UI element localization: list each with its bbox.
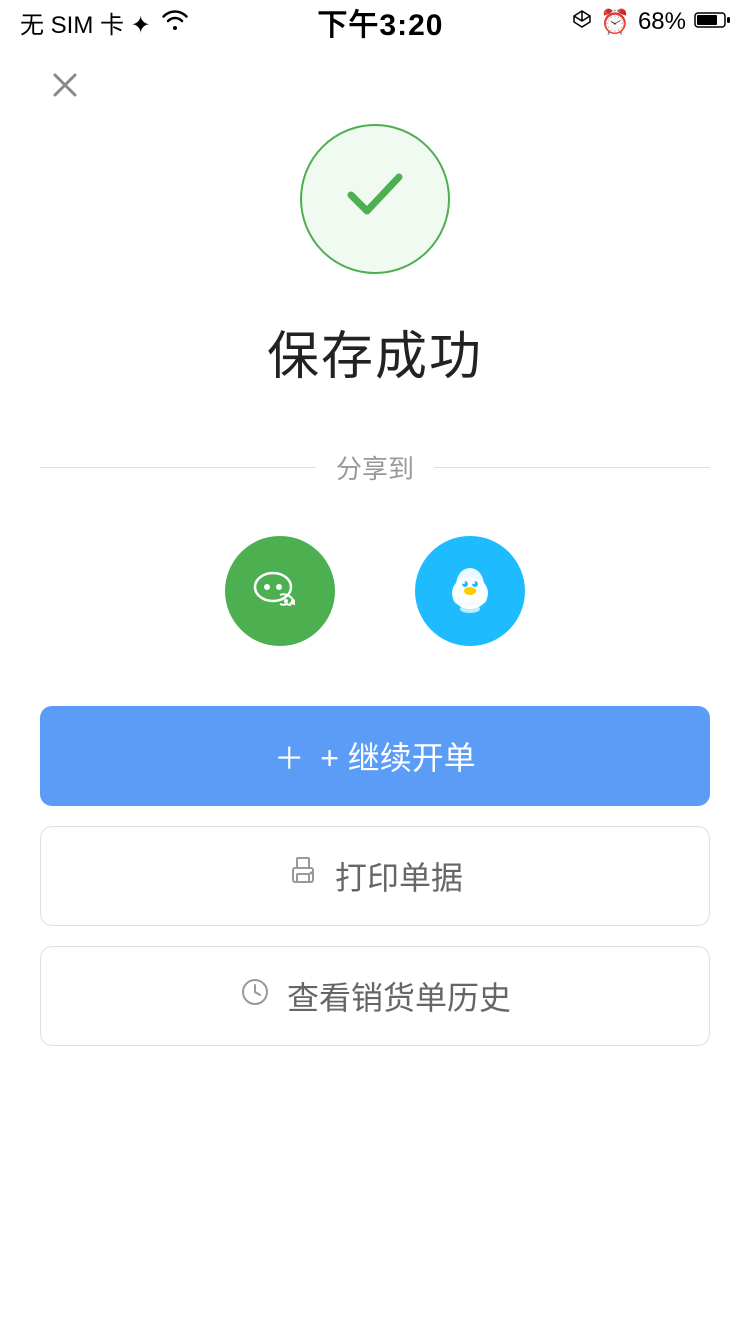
alarm-icon: ⏰ <box>600 8 630 37</box>
share-icons-container <box>225 536 525 646</box>
print-button[interactable]: 打印单据 <box>40 826 710 926</box>
success-title: 保存成功 <box>267 314 483 389</box>
status-bar: 无 SIM 卡 ✦ 下午3:20 ⏰ 68% <box>0 0 750 44</box>
printer-icon <box>287 856 319 896</box>
battery-icon <box>694 8 730 36</box>
status-time: 下午3:20 <box>317 0 443 44</box>
continue-order-label: + 继续开单 <box>320 733 476 779</box>
continue-order-button[interactable]: ＋ + 继续开单 <box>40 706 710 806</box>
status-left: 无 SIM 卡 ✦ <box>20 5 189 40</box>
divider-left <box>40 467 316 468</box>
close-button[interactable] <box>40 60 90 110</box>
plus-icon: ＋ <box>274 734 304 778</box>
share-section: 分享到 <box>0 449 750 646</box>
success-circle <box>300 124 450 274</box>
print-label: 打印单据 <box>335 853 463 899</box>
share-label: 分享到 <box>316 449 434 486</box>
status-right: ⏰ 68% <box>572 8 730 37</box>
wifi-icon <box>161 8 189 37</box>
sim-status: 无 SIM 卡 ✦ <box>20 5 151 40</box>
location-icon <box>572 8 592 36</box>
share-divider: 分享到 <box>0 449 750 486</box>
battery-percent: 68% <box>638 8 686 36</box>
wechat-share-button[interactable] <box>225 536 335 646</box>
divider-right <box>434 467 710 468</box>
qq-share-button[interactable] <box>415 536 525 646</box>
checkmark-icon <box>335 153 415 245</box>
history-button[interactable]: 查看销货单历史 <box>40 946 710 1046</box>
action-buttons-container: ＋ + 继续开单 打印单据 查看销货单历 <box>0 706 750 1046</box>
history-icon <box>239 976 271 1016</box>
main-content: 保存成功 分享到 <box>0 44 750 1046</box>
history-label: 查看销货单历史 <box>287 973 511 1019</box>
